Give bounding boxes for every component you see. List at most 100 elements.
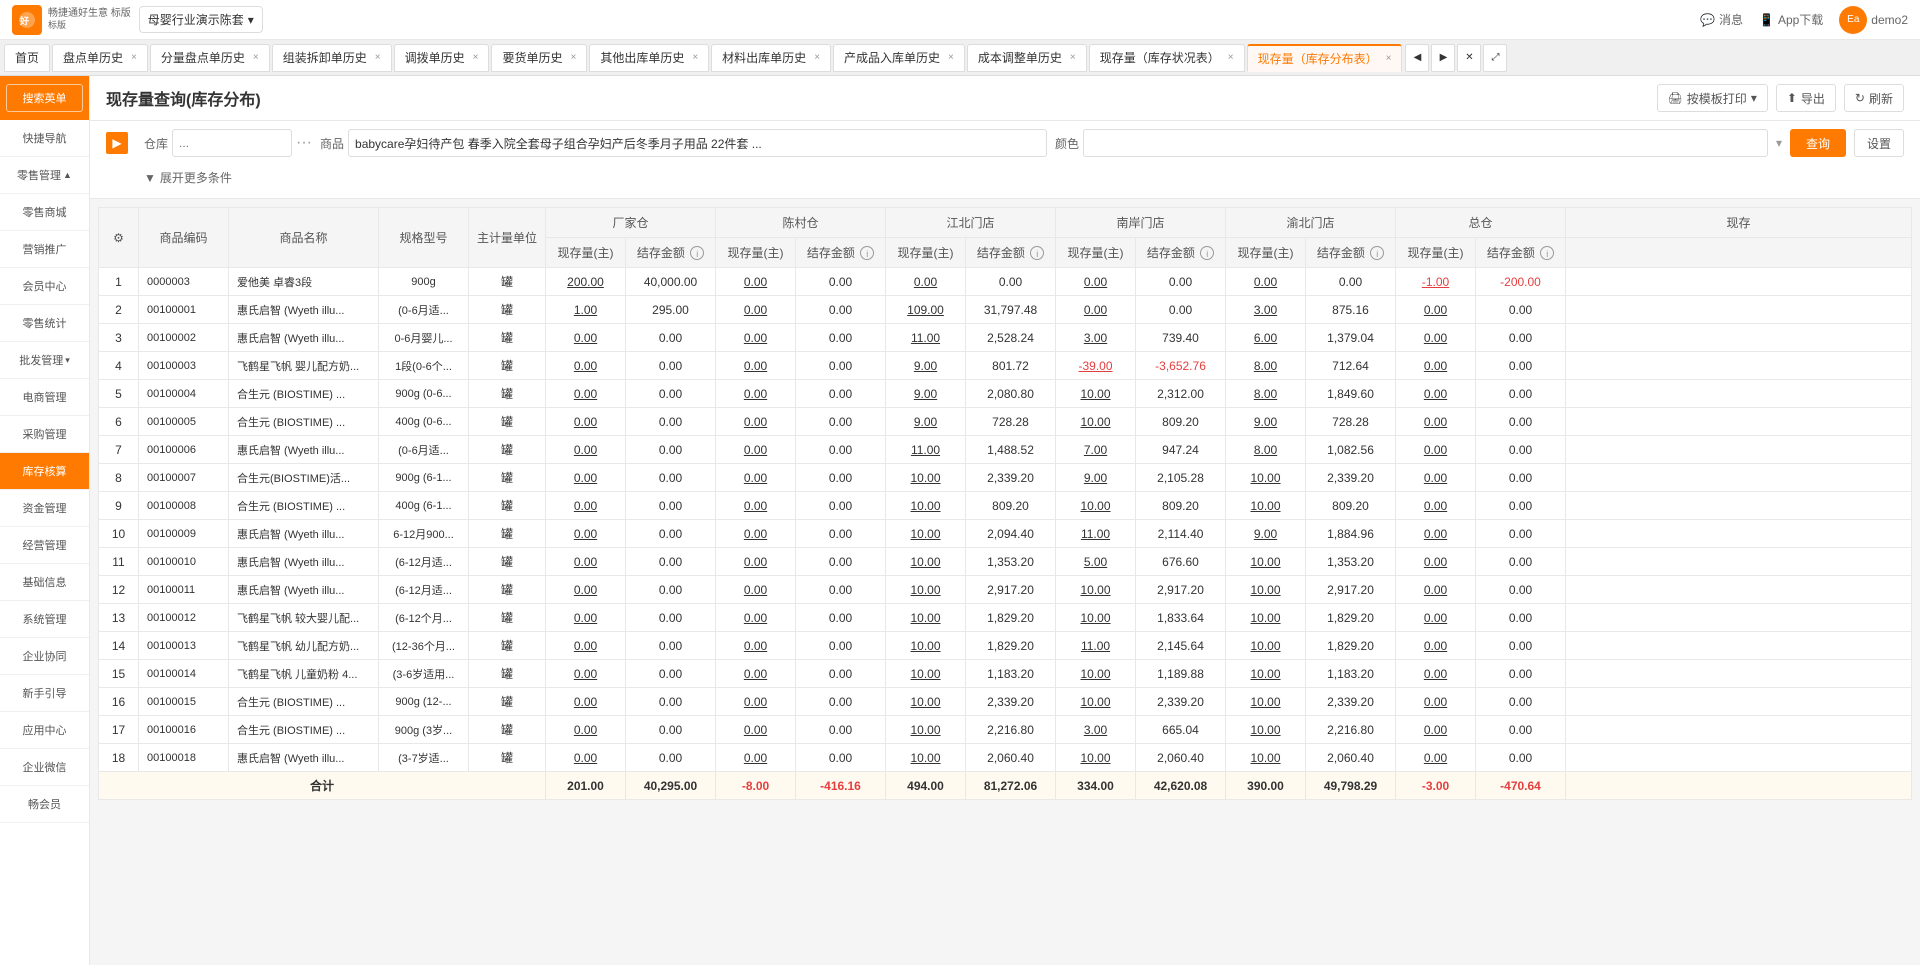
yubei-qty[interactable]: 8.00 — [1226, 352, 1306, 380]
jiangbei-qty[interactable]: 10.00 — [886, 660, 966, 688]
chenlu-qty[interactable]: 0.00 — [716, 632, 796, 660]
tab-product-in[interactable]: 产成品入库单历史 × — [833, 44, 965, 72]
yubei-qty[interactable]: 10.00 — [1226, 492, 1306, 520]
tab-home[interactable]: 首页 — [4, 44, 50, 72]
yubei-qty[interactable]: 10.00 — [1226, 576, 1306, 604]
jiangbei-qty[interactable]: 11.00 — [886, 436, 966, 464]
factory-qty[interactable]: 0.00 — [546, 744, 626, 772]
factory-qty[interactable]: 0.00 — [546, 352, 626, 380]
jiangbei-qty[interactable]: 11.00 — [886, 324, 966, 352]
factory-qty[interactable]: 0.00 — [546, 660, 626, 688]
jiangbei-qty[interactable]: 0.00 — [886, 268, 966, 296]
info-icon[interactable]: i — [1030, 246, 1044, 260]
close-icon[interactable]: × — [253, 52, 259, 63]
total-qty[interactable]: 0.00 — [1396, 548, 1476, 576]
factory-qty[interactable]: 0.00 — [546, 688, 626, 716]
warehouse-more-btn[interactable]: ··· — [296, 134, 312, 152]
yubei-qty[interactable]: 10.00 — [1226, 744, 1306, 772]
chenlu-qty[interactable]: 0.00 — [716, 268, 796, 296]
nanan-qty[interactable]: 10.00 — [1056, 408, 1136, 436]
yubei-qty[interactable]: 8.00 — [1226, 436, 1306, 464]
yubei-qty[interactable]: 10.00 — [1226, 464, 1306, 492]
sidebar-item-app-center[interactable]: 应用中心 — [0, 712, 89, 749]
total-qty[interactable]: 0.00 — [1396, 576, 1476, 604]
jiangbei-qty[interactable]: 10.00 — [886, 492, 966, 520]
chenlu-qty[interactable]: 0.00 — [716, 492, 796, 520]
sidebar-item-retail-manage[interactable]: 零售管理 ▲ — [0, 157, 89, 194]
tab-cost-adjust[interactable]: 成本调整单历史 × — [967, 44, 1087, 72]
nanan-qty[interactable]: 10.00 — [1056, 604, 1136, 632]
tab-requisition[interactable]: 要货单历史 × — [491, 44, 587, 72]
sidebar-item-retail-mall[interactable]: 零售商城 — [0, 194, 89, 231]
chenlu-qty[interactable]: 0.00 — [716, 352, 796, 380]
chenlu-qty[interactable]: 0.00 — [716, 408, 796, 436]
chenlu-qty[interactable]: 0.00 — [716, 380, 796, 408]
sidebar-item-procurement[interactable]: 采购管理 — [0, 416, 89, 453]
yubei-qty[interactable]: 10.00 — [1226, 716, 1306, 744]
total-qty[interactable]: 0.00 — [1396, 744, 1476, 772]
jiangbei-qty[interactable]: 10.00 — [886, 520, 966, 548]
sidebar-item-quicknav[interactable]: 快捷导航 — [0, 120, 89, 157]
nanan-qty[interactable]: 10.00 — [1056, 660, 1136, 688]
chenlu-qty[interactable]: 0.00 — [716, 436, 796, 464]
nanan-qty[interactable]: 10.00 — [1056, 744, 1136, 772]
chenlu-qty[interactable]: 0.00 — [716, 520, 796, 548]
nanan-qty[interactable]: 11.00 — [1056, 520, 1136, 548]
tab-fullscreen-btn[interactable]: ⤢ — [1483, 44, 1507, 72]
factory-qty[interactable]: 0.00 — [546, 324, 626, 352]
nanan-qty[interactable]: 10.00 — [1056, 492, 1136, 520]
sidebar-item-wholesale[interactable]: 批发管理 ▾ — [0, 342, 89, 379]
jiangbei-qty[interactable]: 10.00 — [886, 744, 966, 772]
print-btn[interactable]: 🖨 按模板打印 ▾ — [1657, 84, 1768, 112]
yubei-qty[interactable]: 8.00 — [1226, 380, 1306, 408]
refresh-btn[interactable]: ↻ 刷新 — [1844, 84, 1904, 112]
jiangbei-qty[interactable]: 109.00 — [886, 296, 966, 324]
info-icon[interactable]: i — [1370, 246, 1384, 260]
close-icon[interactable]: × — [1228, 52, 1234, 63]
tab-next-btn[interactable]: ▶ — [1431, 44, 1455, 72]
total-qty[interactable]: 0.00 — [1396, 492, 1476, 520]
jiangbei-qty[interactable]: 10.00 — [886, 576, 966, 604]
expand-conditions-btn[interactable]: ▼ 展开更多条件 — [136, 165, 240, 190]
total-qty[interactable]: 0.00 — [1396, 324, 1476, 352]
yubei-qty[interactable]: 10.00 — [1226, 660, 1306, 688]
factory-qty[interactable]: 0.00 — [546, 576, 626, 604]
sidebar-item-inventory[interactable]: 库存核算 — [0, 453, 89, 490]
color-input[interactable] — [1083, 129, 1768, 157]
total-qty[interactable]: 0.00 — [1396, 380, 1476, 408]
factory-qty[interactable]: 0.00 — [546, 604, 626, 632]
jiangbei-qty[interactable]: 10.00 — [886, 464, 966, 492]
total-qty[interactable]: 0.00 — [1396, 408, 1476, 436]
jiangbei-qty[interactable]: 9.00 — [886, 380, 966, 408]
close-icon[interactable]: × — [1386, 53, 1392, 64]
factory-qty[interactable]: 0.00 — [546, 436, 626, 464]
yubei-qty[interactable]: 6.00 — [1226, 324, 1306, 352]
factory-qty[interactable]: 0.00 — [546, 380, 626, 408]
tab-other-out[interactable]: 其他出库单历史 × — [589, 44, 709, 72]
total-qty[interactable]: 0.00 — [1396, 520, 1476, 548]
search-btn[interactable]: 搜索英单 — [6, 84, 83, 112]
sidebar-item-member-plus[interactable]: 畅会员 — [0, 786, 89, 823]
nanan-qty[interactable]: 0.00 — [1056, 296, 1136, 324]
yubei-qty[interactable]: 0.00 — [1226, 268, 1306, 296]
factory-qty[interactable]: 0.00 — [546, 520, 626, 548]
info-icon[interactable]: i — [1200, 246, 1214, 260]
yubei-qty[interactable]: 10.00 — [1226, 604, 1306, 632]
tab-material-out[interactable]: 材料出库单历史 × — [711, 44, 831, 72]
chenlu-qty[interactable]: 0.00 — [716, 604, 796, 632]
total-qty[interactable]: 0.00 — [1396, 296, 1476, 324]
factory-qty[interactable]: 200.00 — [546, 268, 626, 296]
info-icon[interactable]: i — [690, 246, 704, 260]
sidebar-item-newbie[interactable]: 新手引导 — [0, 675, 89, 712]
table-container[interactable]: ⚙ 商品编码 商品名称 规格型号 主计量单位 厂家仓 陈村仓 江北门店 南岸门店… — [90, 199, 1920, 965]
chenlu-qty[interactable]: 0.00 — [716, 716, 796, 744]
close-icon[interactable]: × — [692, 52, 698, 63]
chenlu-qty[interactable]: 0.00 — [716, 744, 796, 772]
chenlu-qty[interactable]: 0.00 — [716, 660, 796, 688]
nanan-qty[interactable]: 10.00 — [1056, 380, 1136, 408]
sidebar-item-member[interactable]: 会员中心 — [0, 268, 89, 305]
chenlu-qty[interactable]: 0.00 — [716, 296, 796, 324]
factory-qty[interactable]: 0.00 — [546, 548, 626, 576]
search-query-btn[interactable]: 查询 — [1790, 129, 1846, 157]
close-icon[interactable]: × — [473, 52, 479, 63]
